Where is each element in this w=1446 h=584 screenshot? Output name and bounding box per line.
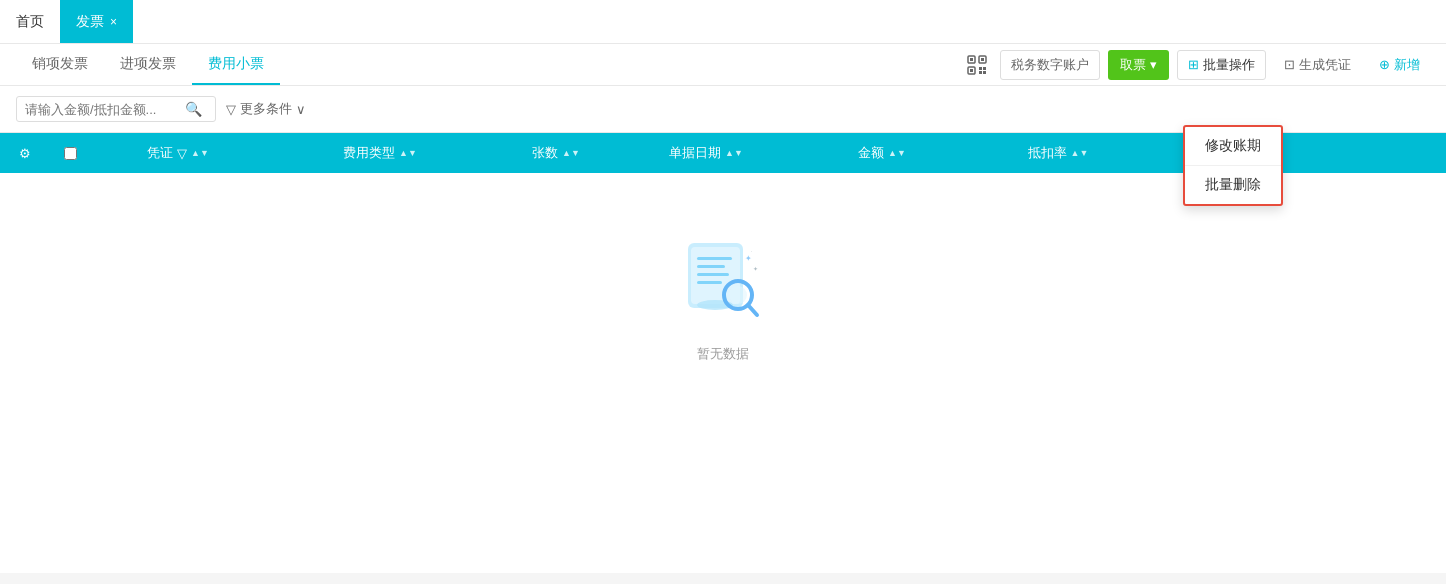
svg-rect-13 <box>697 265 725 268</box>
generate-voucher-button[interactable]: ⊡ 生成凭证 <box>1274 51 1361 79</box>
th-expense-type-label: 费用类型 <box>343 144 395 162</box>
th-expense-type-sort: ▲▼ <box>399 149 417 158</box>
empty-text: 暂无数据 <box>697 345 749 363</box>
more-conditions-button[interactable]: ▽ 更多条件 ∨ <box>226 100 306 118</box>
svg-line-19 <box>748 305 757 315</box>
batch-dropdown-menu: 修改账期 批量删除 <box>1183 125 1283 206</box>
take-invoice-button[interactable]: 取票 ▾ <box>1108 50 1169 80</box>
search-button[interactable]: 🔍 <box>185 101 202 117</box>
th-date-sort: ▲▼ <box>725 149 743 158</box>
toolbar: 税务数字账户 取票 ▾ ⊞ 批量操作 ⊡ 生成凭证 ⊕ 新增 <box>946 44 1446 85</box>
add-button[interactable]: ⊕ 新增 <box>1369 51 1430 79</box>
svg-text:✦: ✦ <box>753 266 758 272</box>
th-amount[interactable]: 金额 ▲▼ <box>794 133 970 173</box>
gear-icon: ⚙ <box>19 146 31 161</box>
select-all-checkbox[interactable] <box>64 147 77 160</box>
qr-icon <box>966 54 988 76</box>
search-input[interactable] <box>25 102 185 117</box>
batch-icon: ⊞ <box>1188 57 1199 72</box>
qr-code-button[interactable] <box>962 50 992 80</box>
th-date-label: 单据日期 <box>669 144 721 162</box>
th-voucher-sort: ▲▼ <box>191 149 209 158</box>
take-chevron-icon: ▾ <box>1150 57 1157 72</box>
th-gear[interactable]: ⚙ <box>0 133 50 173</box>
svg-rect-12 <box>697 257 732 260</box>
svg-rect-7 <box>983 67 986 70</box>
svg-text:✦: ✦ <box>745 254 752 263</box>
svg-point-18 <box>729 286 747 304</box>
generate-voucher-label: 生成凭证 <box>1299 56 1351 74</box>
search-input-wrap: 🔍 <box>16 96 216 122</box>
th-rate-sort: ▲▼ <box>1071 149 1089 158</box>
th-voucher-label: 凭证 <box>147 144 173 162</box>
batch-operation-button[interactable]: ⊞ 批量操作 <box>1177 50 1266 80</box>
filter-icon: ▽ <box>226 102 236 117</box>
voucher-icon: ⊡ <box>1284 57 1295 72</box>
th-count[interactable]: 张数 ▲▼ <box>494 133 618 173</box>
th-extra <box>1322 133 1446 173</box>
th-amount-sort: ▲▼ <box>888 149 906 158</box>
empty-state-icon: ✦ ✦ · <box>673 233 773 333</box>
tab-sales-invoice[interactable]: 销项发票 <box>16 44 104 85</box>
th-date[interactable]: 单据日期 ▲▼ <box>618 133 794 173</box>
tax-digital-account-button[interactable]: 税务数字账户 <box>1000 50 1100 80</box>
th-count-label: 张数 <box>532 144 558 162</box>
svg-rect-5 <box>970 69 973 72</box>
invoice-tab-label: 发票 <box>76 13 104 31</box>
svg-rect-3 <box>981 58 984 61</box>
modify-period-item[interactable]: 修改账期 <box>1185 127 1281 165</box>
th-voucher-filter-icon: ▽ <box>177 146 187 161</box>
th-checkbox[interactable] <box>50 133 90 173</box>
svg-rect-15 <box>697 281 722 284</box>
top-nav: 首页 发票 × <box>0 0 1446 44</box>
more-conditions-chevron: ∨ <box>296 102 306 117</box>
th-rate-label: 抵扣率 <box>1028 144 1067 162</box>
sub-tabs-bar: 销项发票 进项发票 费用小票 税务数字账户 取票 ▾ ⊞ <box>0 44 1446 86</box>
svg-rect-8 <box>979 71 982 74</box>
batch-delete-item[interactable]: 批量删除 <box>1185 166 1281 204</box>
invoice-tab[interactable]: 发票 × <box>60 0 133 43</box>
tab-expense-receipt[interactable]: 费用小票 <box>192 44 280 85</box>
svg-rect-9 <box>983 71 986 74</box>
th-rate[interactable]: 抵扣率 ▲▼ <box>970 133 1146 173</box>
th-voucher[interactable]: 凭证 ▽ ▲▼ <box>90 133 266 173</box>
invoice-tab-close[interactable]: × <box>110 15 117 29</box>
tab-input-invoice[interactable]: 进项发票 <box>104 44 192 85</box>
home-tab[interactable]: 首页 <box>0 0 60 43</box>
add-label: 新增 <box>1394 56 1420 74</box>
svg-text:·: · <box>751 248 752 254</box>
th-amount-label: 金额 <box>858 144 884 162</box>
th-count-sort: ▲▼ <box>562 149 580 158</box>
batch-operation-label: 批量操作 <box>1203 56 1255 74</box>
svg-rect-14 <box>697 273 729 276</box>
more-conditions-label: 更多条件 <box>240 100 292 118</box>
main-content: ✦ ✦ · 暂无数据 <box>0 173 1446 573</box>
th-expense-type[interactable]: 费用类型 ▲▼ <box>266 133 494 173</box>
add-icon: ⊕ <box>1379 57 1390 72</box>
empty-state: ✦ ✦ · 暂无数据 <box>0 173 1446 423</box>
take-invoice-label: 取票 <box>1120 56 1146 74</box>
svg-rect-1 <box>970 58 973 61</box>
svg-rect-6 <box>979 67 982 70</box>
